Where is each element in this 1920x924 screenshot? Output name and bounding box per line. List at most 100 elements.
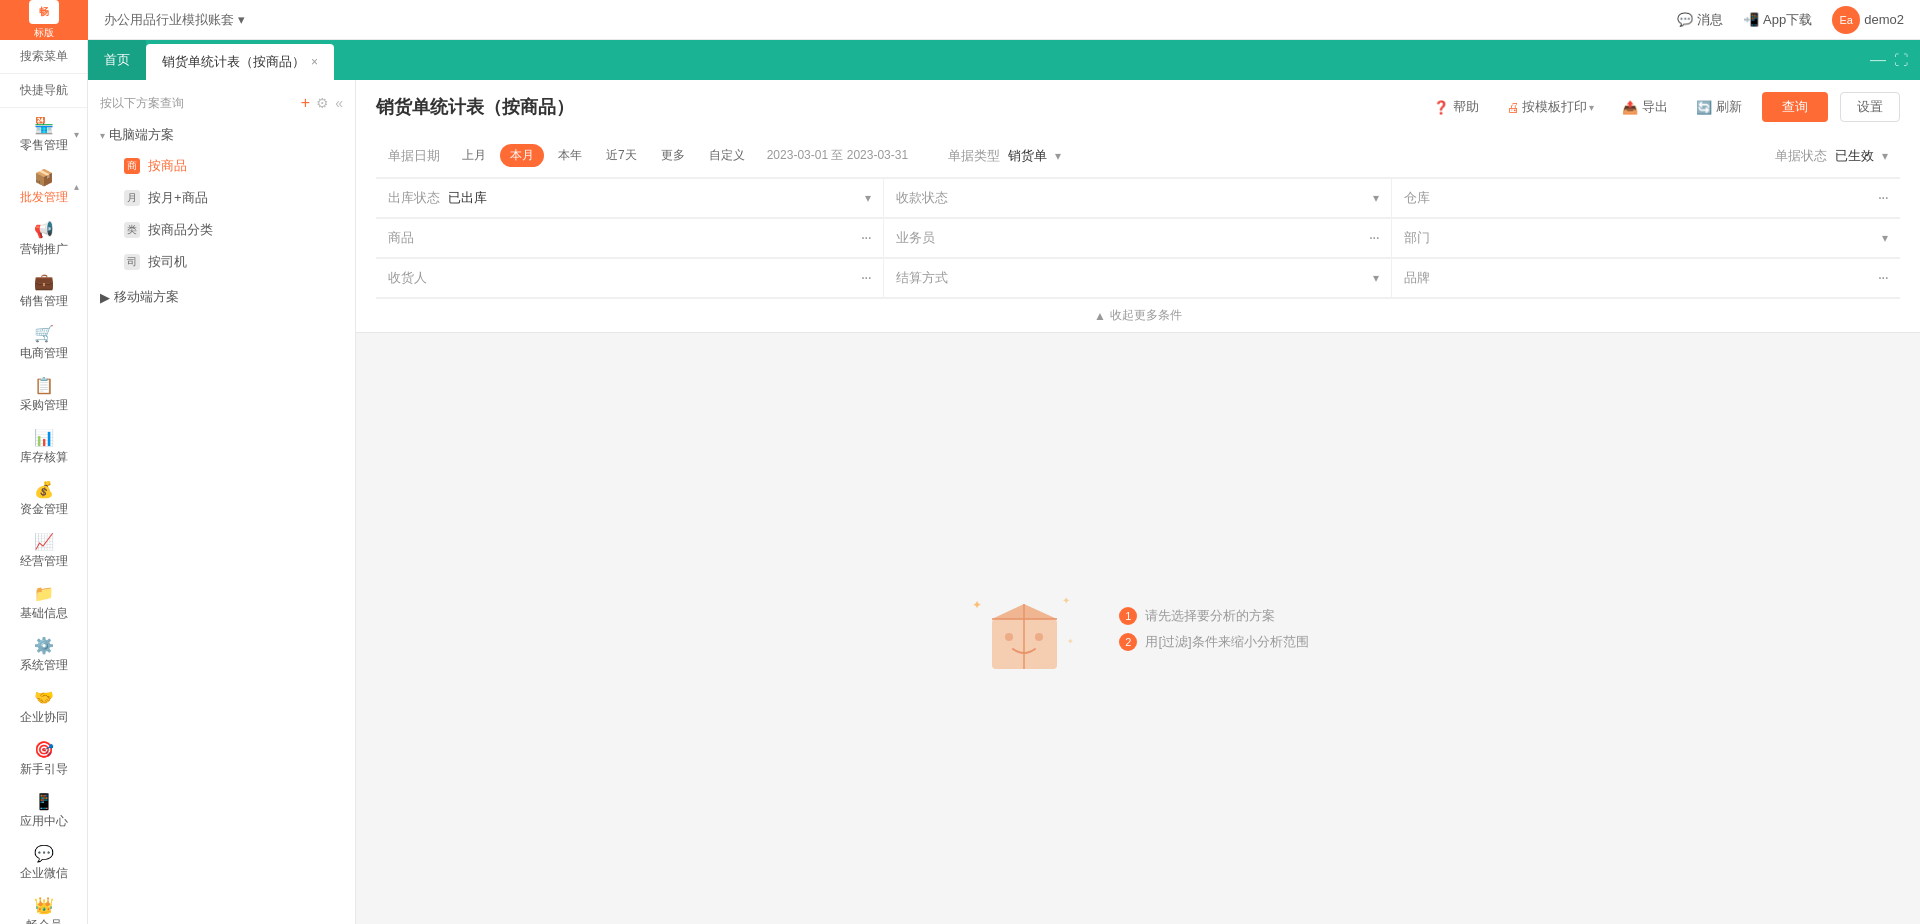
print-button[interactable]: 🖨 按模板打印 ▾	[1499, 94, 1602, 120]
scheme-month-product-icon: 月	[124, 190, 140, 206]
window-maximize-button[interactable]: ⛶	[1894, 52, 1908, 68]
pay-status-dropdown[interactable]: ▾	[1373, 191, 1379, 205]
settings-button[interactable]: 设置	[1840, 92, 1900, 122]
export-button[interactable]: 📤 导出	[1614, 94, 1676, 120]
avatar: Ea	[1832, 6, 1860, 34]
ecommerce-icon: 🛒	[34, 326, 54, 342]
help-button[interactable]: ❓ 帮助	[1425, 94, 1487, 120]
brand-label: 品牌	[1404, 269, 1454, 287]
out-status-label: 出库状态	[388, 189, 440, 207]
brand-picker[interactable]: ···	[1878, 269, 1888, 287]
panel-title-actions: + ⚙ «	[301, 94, 343, 112]
panel-collapse-button[interactable]: «	[335, 95, 343, 111]
wechat-icon: 💬	[34, 846, 54, 862]
sidebar-item-appcenter[interactable]: 📱 应用中心	[0, 784, 87, 836]
out-status-dropdown[interactable]: ▾	[865, 191, 871, 205]
finance-icon: 💰	[34, 482, 54, 498]
sidebar-label-system: 系统管理	[20, 657, 68, 674]
sidebar-item-wholesale[interactable]: 📦 批发管理 ▴	[0, 160, 87, 212]
date-tab-this-month[interactable]: 本月	[500, 144, 544, 167]
sidebar-item-retail[interactable]: 🏪 零售管理 ▾	[0, 108, 87, 160]
window-minimize-button[interactable]: —	[1870, 51, 1886, 69]
pc-group-header[interactable]: ▾ 电脑端方案	[100, 120, 343, 150]
sidebar-label-marketing: 营销推广	[20, 241, 68, 258]
type-value: 销货单	[1008, 147, 1047, 165]
sidebar-item-member[interactable]: 👑 畅会员	[0, 888, 87, 924]
sidebar-item-enterprise[interactable]: 🤝 企业协同	[0, 680, 87, 732]
panel-add-button[interactable]: +	[301, 94, 310, 112]
scheme-by-category[interactable]: 类 按商品分类	[100, 214, 343, 246]
sidebar-item-basic[interactable]: 📁 基础信息	[0, 576, 87, 628]
refresh-button[interactable]: 🔄 刷新	[1688, 94, 1750, 120]
empty-tip-1: 1 请先选择要分析的方案	[1119, 607, 1308, 625]
print-dropdown-arrow[interactable]: ▾	[1589, 102, 1594, 113]
quick-nav-label: 快捷导航	[20, 83, 68, 97]
receiver-picker[interactable]: ···	[861, 269, 871, 287]
panel-settings-button[interactable]: ⚙	[316, 95, 329, 111]
export-icon: 📤	[1622, 100, 1638, 115]
sidebar-item-newbie[interactable]: 🎯 新手引导	[0, 732, 87, 784]
message-action[interactable]: 💬 消息	[1677, 11, 1723, 29]
app-download-action[interactable]: 📲 App下载	[1743, 11, 1812, 29]
tab-close-button[interactable]: ×	[311, 55, 318, 69]
scheme-by-driver[interactable]: 司 按司机	[100, 246, 343, 278]
tab-home[interactable]: 首页	[88, 40, 146, 80]
sidebar-item-ecommerce[interactable]: 🛒 电商管理	[0, 316, 87, 368]
filter-cell-out-status: 出库状态 已出库 ▾	[376, 179, 884, 218]
sidebar-item-sales[interactable]: 💼 销售管理	[0, 264, 87, 316]
out-status-value: 已出库	[448, 189, 865, 207]
date-tab-custom[interactable]: 自定义	[699, 144, 755, 167]
collapse-up-icon: ▲	[1094, 309, 1106, 323]
wholesale-icon: 📦	[34, 170, 54, 186]
date-tab-more[interactable]: 更多	[651, 144, 695, 167]
pc-group-arrow: ▾	[100, 130, 105, 141]
staff-picker[interactable]: ···	[1369, 229, 1379, 247]
marketing-icon: 📢	[34, 222, 54, 238]
product-picker[interactable]: ···	[861, 229, 871, 247]
pc-group-label: 电脑端方案	[109, 126, 174, 144]
svg-text:✦: ✦	[1062, 595, 1070, 606]
sidebar-item-operation[interactable]: 📈 经营管理	[0, 524, 87, 576]
search-menu[interactable]: 搜索菜单	[0, 40, 87, 74]
date-tab-this-year[interactable]: 本年	[548, 144, 592, 167]
tab-active[interactable]: 销货单统计表（按商品） ×	[146, 44, 334, 80]
empty-tip-2: 2 用[过滤]条件来缩小分析范围	[1119, 633, 1308, 651]
newbie-icon: 🎯	[34, 742, 54, 758]
enterprise-icon: 🤝	[34, 690, 54, 706]
scheme-by-product[interactable]: 商 按商品	[100, 150, 343, 182]
sidebar-item-system[interactable]: ⚙️ 系统管理	[0, 628, 87, 680]
mobile-group-label: 移动端方案	[114, 288, 179, 306]
left-panel: 按以下方案查询 + ⚙ « ▾ 电脑端方案 商 按商品 月 按	[88, 80, 356, 924]
sidebar-item-finance[interactable]: 💰 资金管理	[0, 472, 87, 524]
industry-selector[interactable]: 办公用品行业模拟账套 ▾	[104, 11, 245, 29]
query-button[interactable]: 查询	[1762, 92, 1828, 122]
filter-area: 销货单统计表（按商品） ❓ 帮助 🖨 按模板打印 ▾ 📤	[356, 80, 1920, 333]
product-label: 商品	[388, 229, 438, 247]
date-tab-last-month[interactable]: 上月	[452, 144, 496, 167]
sidebar-label-newbie: 新手引导	[20, 761, 68, 778]
warehouse-picker[interactable]: ···	[1878, 189, 1888, 207]
status-dropdown-arrow[interactable]: ▾	[1882, 149, 1888, 163]
user-action[interactable]: Ea demo2	[1832, 6, 1904, 34]
sidebar-item-wechat[interactable]: 💬 企业微信	[0, 836, 87, 888]
dept-dropdown[interactable]: ▾	[1882, 231, 1888, 245]
top-header: 办公用品行业模拟账套 ▾ 💬 消息 📲 App下载 Ea demo2	[88, 0, 1920, 40]
payment-dropdown[interactable]: ▾	[1373, 271, 1379, 285]
collapse-bar[interactable]: ▲ 收起更多条件	[376, 298, 1900, 332]
status-value: 已生效	[1835, 147, 1874, 165]
inventory-icon: 📊	[34, 430, 54, 446]
mobile-group-arrow: ▶	[100, 290, 110, 305]
scheme-by-month-product[interactable]: 月 按月+商品	[100, 182, 343, 214]
collapse-label: 收起更多条件	[1110, 307, 1182, 324]
date-tab-7days[interactable]: 近7天	[596, 144, 647, 167]
sidebar-item-inventory[interactable]: 📊 库存核算	[0, 420, 87, 472]
app-download-icon: 📲	[1743, 12, 1759, 27]
quick-nav[interactable]: 快捷导航	[0, 74, 87, 108]
type-dropdown-arrow[interactable]: ▾	[1055, 149, 1061, 163]
sidebar-item-marketing[interactable]: 📢 营销推广	[0, 212, 87, 264]
sidebar: 畅 标版 搜索菜单 快捷导航 🏪 零售管理 ▾ 📦 批发管理 ▴ 📢 营销推广 …	[0, 0, 88, 924]
sidebar-item-purchase[interactable]: 📋 采购管理	[0, 368, 87, 420]
content-area: 按以下方案查询 + ⚙ « ▾ 电脑端方案 商 按商品 月 按	[88, 80, 1920, 924]
mobile-group-header[interactable]: ▶ 移动端方案	[100, 282, 343, 312]
receiver-label: 收货人	[388, 269, 438, 287]
